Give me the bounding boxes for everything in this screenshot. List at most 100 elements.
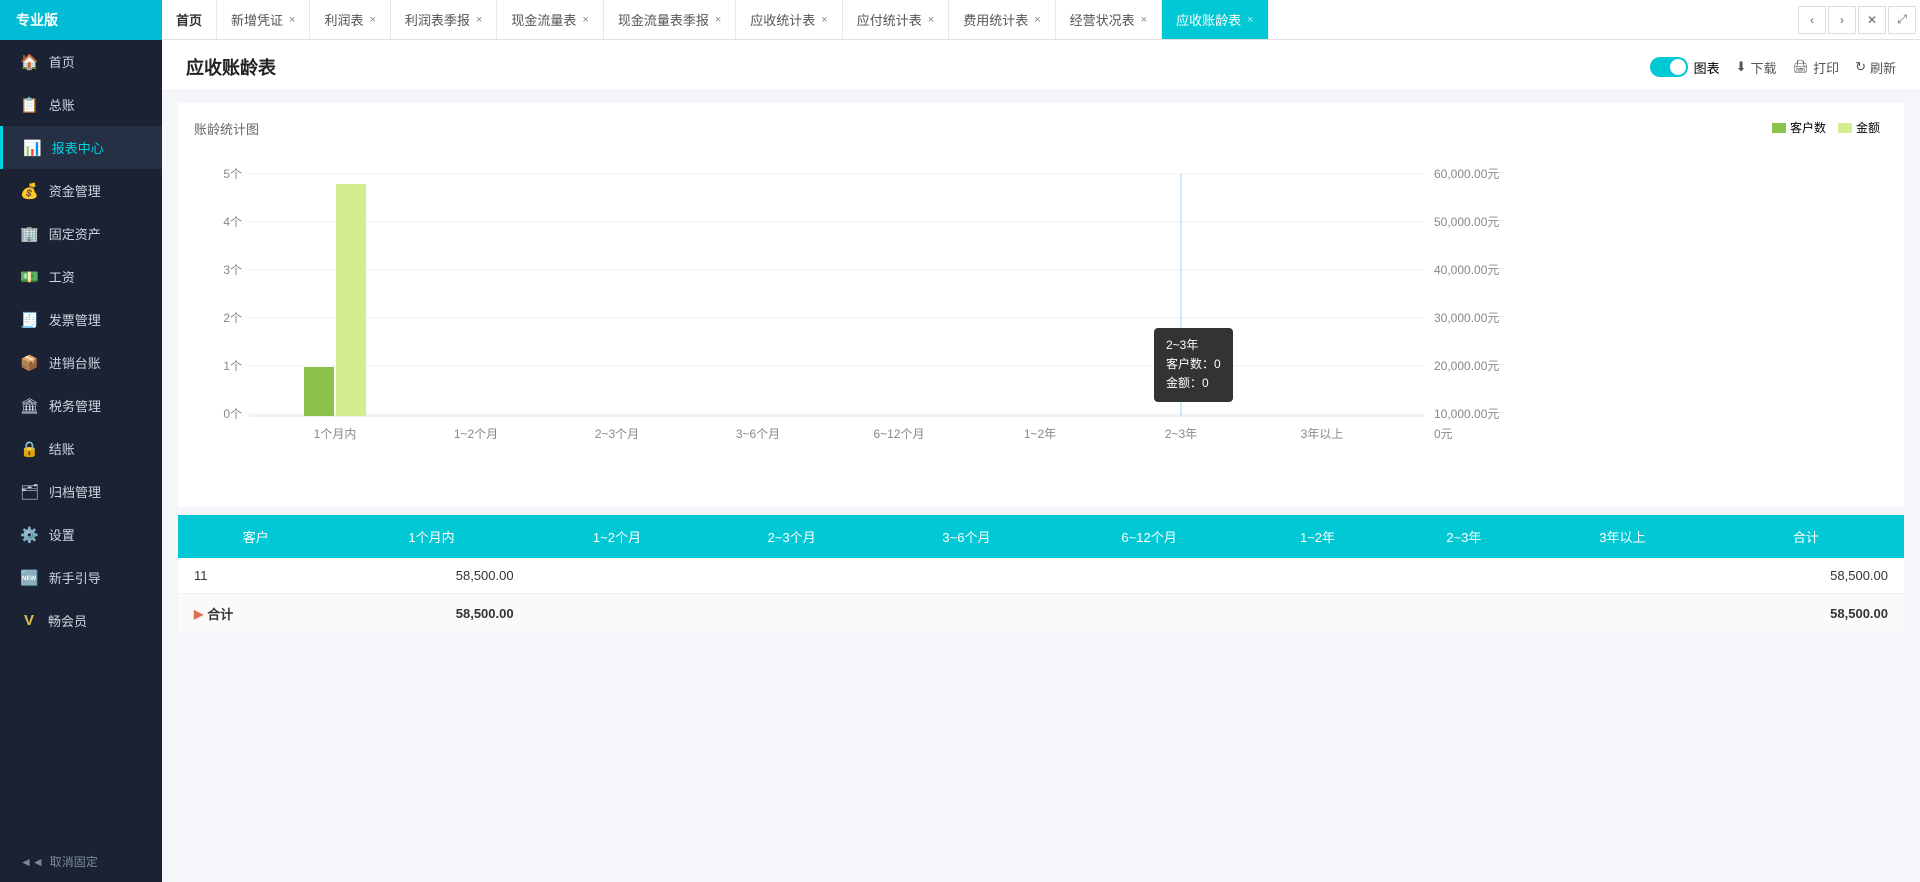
tab-profit-q-close[interactable]: × bbox=[476, 14, 482, 26]
tab-cashflow[interactable]: 现金流量表 × bbox=[497, 0, 603, 39]
sidebar-item-report[interactable]: 📊 报表中心 bbox=[0, 126, 162, 169]
sidebar-item-settings[interactable]: ⚙️ 设置 bbox=[0, 513, 162, 556]
table-total-row: ▶ 合计 58,500.00 58,500.00 bbox=[178, 594, 1904, 634]
page-header: 应收账龄表 图表 ⬇ 下载 🖨 打印 ↻ 刷新 bbox=[162, 40, 1920, 91]
sidebar-label-closing: 结账 bbox=[49, 439, 75, 458]
cell-y2-3 bbox=[1391, 558, 1537, 594]
svg-text:1个月内: 1个月内 bbox=[314, 427, 357, 441]
cell-m3-6 bbox=[879, 558, 1054, 594]
tab-ops-close[interactable]: × bbox=[1141, 14, 1147, 26]
svg-text:4个: 4个 bbox=[223, 215, 242, 229]
sidebar-item-vip[interactable]: V 畅会员 bbox=[0, 599, 162, 642]
tab-nav-buttons: ‹ › ✕ ⤢ bbox=[1798, 6, 1920, 34]
tab-maximize[interactable]: ⤢ bbox=[1888, 6, 1916, 34]
tab-home[interactable]: 首页 bbox=[162, 0, 217, 39]
tab-voucher-close[interactable]: × bbox=[289, 14, 295, 26]
svg-text:0个: 0个 bbox=[223, 407, 242, 421]
tab-ap-stat[interactable]: 应付统计表 × bbox=[843, 0, 949, 39]
download-button[interactable]: ⬇ 下载 bbox=[1736, 58, 1777, 77]
download-icon: ⬇ bbox=[1736, 59, 1747, 75]
header-actions: 图表 ⬇ 下载 🖨 打印 ↻ 刷新 bbox=[1650, 57, 1896, 77]
sidebar-item-assets[interactable]: 🏢 固定资产 bbox=[0, 212, 162, 255]
sidebar-label-assets: 固定资产 bbox=[49, 224, 101, 243]
pin-icon: ◄◄ bbox=[20, 855, 44, 869]
refresh-button[interactable]: ↻ 刷新 bbox=[1855, 58, 1896, 77]
total-total: 58,500.00 bbox=[1708, 594, 1904, 634]
sidebar-item-closing[interactable]: 🔒 结账 bbox=[0, 427, 162, 470]
download-label: 下载 bbox=[1751, 58, 1777, 77]
col-header-y3plus: 3年以上 bbox=[1537, 515, 1708, 558]
tab-voucher[interactable]: 新增凭证 × bbox=[217, 0, 310, 39]
home-icon: 🏠 bbox=[20, 53, 39, 71]
aging-table: 客户 1个月内 1~2个月 2~3个月 3~6个月 6~12个月 1~2年 2~… bbox=[178, 515, 1904, 633]
sidebar-item-tax[interactable]: 🏛 税务管理 bbox=[0, 384, 162, 427]
tab-ar-aging-close[interactable]: × bbox=[1247, 14, 1253, 26]
total-icon: ▶ bbox=[194, 607, 203, 621]
tab-close-all[interactable]: ✕ bbox=[1858, 6, 1886, 34]
sidebar-label-funds: 资金管理 bbox=[49, 181, 101, 200]
sidebar-item-purchase[interactable]: 📦 进销台账 bbox=[0, 341, 162, 384]
total-y3plus bbox=[1537, 594, 1708, 634]
sidebar-item-payroll[interactable]: 💵 工资 bbox=[0, 255, 162, 298]
payroll-icon: 💵 bbox=[20, 268, 39, 286]
sidebar-label-payroll: 工资 bbox=[49, 267, 75, 286]
tab-ar-stat-label: 应收统计表 bbox=[750, 10, 815, 29]
sidebar-label-report: 报表中心 bbox=[52, 138, 104, 157]
cell-total: 58,500.00 bbox=[1708, 558, 1904, 594]
sidebar-item-funds[interactable]: 💰 资金管理 bbox=[0, 169, 162, 212]
sidebar-item-archive[interactable]: 🗂 归档管理 bbox=[0, 470, 162, 513]
tab-expense-close[interactable]: × bbox=[1034, 14, 1040, 26]
col-header-total: 合计 bbox=[1708, 515, 1904, 558]
sidebar-item-home[interactable]: 🏠 首页 bbox=[0, 40, 162, 83]
sidebar-label-vip: 畅会员 bbox=[48, 611, 87, 630]
tab-ar-stat[interactable]: 应收统计表 × bbox=[736, 0, 842, 39]
svg-text:30,000.00元: 30,000.00元 bbox=[1434, 311, 1499, 325]
tab-ap-stat-label: 应付统计表 bbox=[857, 10, 922, 29]
tab-profit-close[interactable]: × bbox=[369, 14, 375, 26]
print-label: 打印 bbox=[1813, 58, 1839, 77]
tab-scroll-right[interactable]: › bbox=[1828, 6, 1856, 34]
sidebar-item-guide[interactable]: 🆕 新手引导 bbox=[0, 556, 162, 599]
tab-cashflow-q[interactable]: 现金流量表季报 × bbox=[604, 0, 736, 39]
toggle-track[interactable] bbox=[1650, 57, 1688, 77]
tab-profit[interactable]: 利润表 × bbox=[310, 0, 390, 39]
pin-label: 取消固定 bbox=[50, 853, 98, 870]
tab-expense[interactable]: 费用统计表 × bbox=[949, 0, 1055, 39]
sidebar-pin-toggle[interactable]: ◄◄ 取消固定 bbox=[0, 841, 162, 882]
tab-cashflow-q-close[interactable]: × bbox=[715, 14, 721, 26]
sidebar-label-invoice: 发票管理 bbox=[49, 310, 101, 329]
tab-ar-stat-close[interactable]: × bbox=[821, 14, 827, 26]
svg-text:50,000.00元: 50,000.00元 bbox=[1434, 215, 1499, 229]
cell-m6-12 bbox=[1054, 558, 1245, 594]
assets-icon: 🏢 bbox=[20, 225, 39, 243]
tab-scroll-left[interactable]: ‹ bbox=[1798, 6, 1826, 34]
page-title: 应收账龄表 bbox=[186, 54, 276, 80]
print-icon: 🖨 bbox=[1793, 59, 1810, 75]
svg-text:5个: 5个 bbox=[223, 167, 242, 181]
sidebar: 专业版 🏠 首页 📋 总账 📊 报表中心 💰 资金管理 🏢 固定资产 💵 工资 … bbox=[0, 0, 162, 882]
tab-cashflow-close[interactable]: × bbox=[582, 14, 588, 26]
tab-home-label: 首页 bbox=[176, 10, 202, 29]
col-header-y2-3: 2~3年 bbox=[1391, 515, 1537, 558]
tab-ap-stat-close[interactable]: × bbox=[928, 14, 934, 26]
guide-icon: 🆕 bbox=[20, 569, 39, 587]
sidebar-item-invoice[interactable]: 🧾 发票管理 bbox=[0, 298, 162, 341]
invoice-icon: 🧾 bbox=[20, 311, 39, 329]
col-header-m6-12: 6~12个月 bbox=[1054, 515, 1245, 558]
cell-y1-2 bbox=[1244, 558, 1390, 594]
total-y1-2 bbox=[1244, 594, 1390, 634]
sidebar-item-ledger[interactable]: 📋 总账 bbox=[0, 83, 162, 126]
tab-ar-aging[interactable]: 应收账龄表 × bbox=[1162, 0, 1268, 39]
col-header-m2-3: 2~3个月 bbox=[704, 515, 879, 558]
print-button[interactable]: 🖨 打印 bbox=[1793, 58, 1840, 77]
total-m6-12 bbox=[1054, 594, 1245, 634]
archive-icon: 🗂 bbox=[20, 483, 39, 501]
logo-text: 专业版 bbox=[16, 10, 58, 30]
tab-profit-q[interactable]: 利润表季报 × bbox=[391, 0, 497, 39]
chart-toggle[interactable]: 图表 bbox=[1650, 57, 1720, 77]
total-y2-3 bbox=[1391, 594, 1537, 634]
chart-area: 账龄统计图 客户数 金额 5个 4个 3个 2个 1个 0个 60,000.0 bbox=[178, 103, 1904, 507]
tab-ops[interactable]: 经营状况表 × bbox=[1056, 0, 1162, 39]
table-area: 客户 1个月内 1~2个月 2~3个月 3~6个月 6~12个月 1~2年 2~… bbox=[178, 515, 1904, 633]
vip-icon: V bbox=[20, 612, 38, 629]
